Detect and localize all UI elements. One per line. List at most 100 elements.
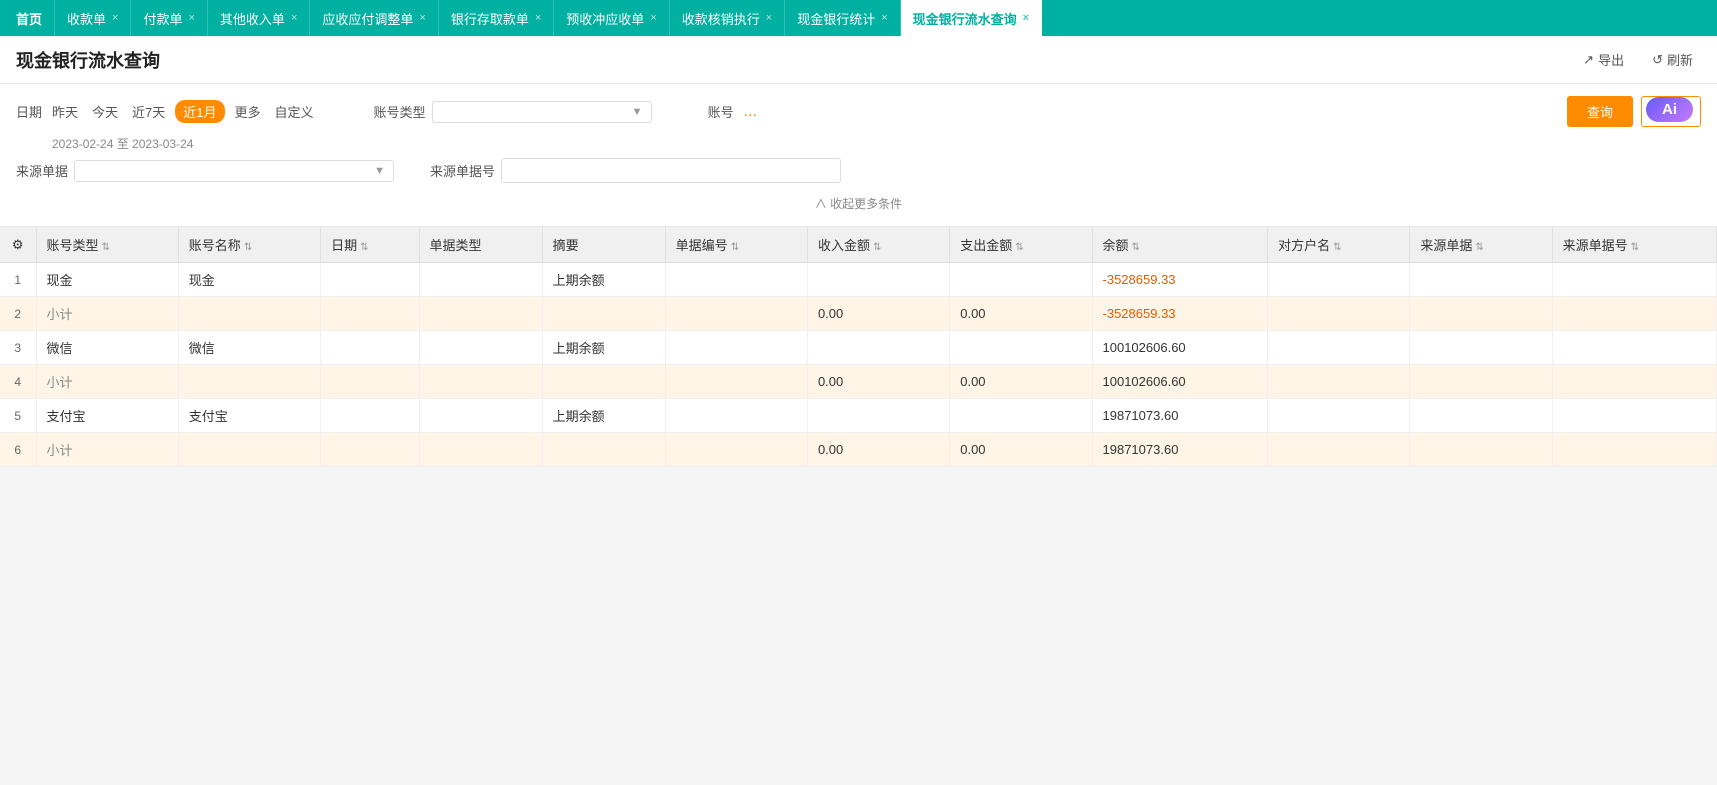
collapse-bar[interactable]: ∧ 收起更多条件	[16, 191, 1701, 218]
close-icon[interactable]: ×	[188, 12, 194, 24]
source-doc-select[interactable]: ▼	[74, 160, 394, 182]
collapse-label: 收起更多条件	[830, 197, 902, 211]
col-doc-no[interactable]: 单据编号⇅	[665, 227, 807, 263]
cell-date	[321, 263, 419, 297]
cell-idx: 2	[0, 297, 36, 331]
nav-tab-receipt[interactable]: 收款单 ×	[55, 0, 131, 36]
close-icon[interactable]: ×	[112, 12, 118, 24]
col-expense[interactable]: 支出金额⇅	[950, 227, 1092, 263]
nav-tab-flow-query[interactable]: 现金银行流水查询 ×	[901, 0, 1042, 36]
cell-acct-type: 现金	[36, 263, 178, 297]
sort-icon: ⇅	[873, 242, 881, 253]
col-src-doc-no[interactable]: 来源单据号⇅	[1552, 227, 1716, 263]
cell-balance: -3528659.33	[1092, 297, 1268, 331]
close-icon[interactable]: ×	[650, 12, 656, 24]
ai-badge[interactable]: Ai	[1646, 97, 1693, 122]
nav-tab-other-income[interactable]: 其他收入单 ×	[208, 0, 310, 36]
shortcut-yesterday[interactable]: 昨天	[48, 100, 82, 123]
col-counterpart[interactable]: 对方户名⇅	[1268, 227, 1410, 263]
account-dots-button[interactable]: ...	[740, 103, 761, 121]
shortcut-1month[interactable]: 近1月	[175, 100, 224, 123]
cell-date	[321, 399, 419, 433]
col-doc-type[interactable]: 单据类型	[419, 227, 542, 263]
cell-expense: 0.00	[950, 297, 1092, 331]
col-acct-type[interactable]: 账号类型⇅	[36, 227, 178, 263]
cell-idx: 5	[0, 399, 36, 433]
cell-income: 0.00	[807, 297, 949, 331]
cell-acct-name: 微信	[178, 331, 320, 365]
nav-tab-adjustment[interactable]: 应收应付调整单 ×	[310, 0, 438, 36]
cell-counterpart	[1268, 399, 1410, 433]
col-date[interactable]: 日期⇅	[321, 227, 419, 263]
close-icon[interactable]: ×	[766, 12, 772, 24]
cell-balance: -3528659.33	[1092, 263, 1268, 297]
sort-icon: ⇅	[244, 242, 252, 253]
cell-doc-type	[419, 263, 542, 297]
col-balance[interactable]: 余额⇅	[1092, 227, 1268, 263]
cell-doc-no	[665, 365, 807, 399]
shortcut-today[interactable]: 今天	[88, 100, 122, 123]
table-row[interactable]: 6 小计 0.00 0.00 19871073.60	[0, 433, 1717, 467]
cell-src-doc-no	[1552, 331, 1716, 365]
cell-doc-no	[665, 263, 807, 297]
col-src-doc[interactable]: 来源单据⇅	[1410, 227, 1552, 263]
nav-tab-receipt-label: 收款单	[67, 9, 106, 28]
refresh-label: 刷新	[1667, 50, 1693, 69]
table-row[interactable]: 1 现金 现金 上期余额 -3528659.33	[0, 263, 1717, 297]
table-row[interactable]: 3 微信 微信 上期余额 100102606.60	[0, 331, 1717, 365]
cell-date	[321, 433, 419, 467]
sort-icon: ⇅	[1333, 242, 1341, 253]
nav-tab-prepayment[interactable]: 预收冲应收单 ×	[554, 0, 669, 36]
account-filter: 账号 ...	[708, 102, 761, 121]
gear-icon[interactable]: ⚙	[12, 237, 24, 252]
cell-src-doc-no	[1552, 263, 1716, 297]
sort-icon: ⇅	[731, 242, 739, 253]
shortcut-more[interactable]: 更多	[231, 100, 265, 123]
col-income[interactable]: 收入金额⇅	[807, 227, 949, 263]
col-settings[interactable]: ⚙	[0, 227, 36, 263]
page-header: 现金银行流水查询 ↗ 导出 ↺ 刷新	[0, 36, 1717, 84]
chevron-down-icon: ▼	[632, 106, 643, 118]
close-icon[interactable]: ×	[535, 12, 541, 24]
refresh-icon: ↺	[1652, 52, 1663, 68]
table-row[interactable]: 4 小计 0.00 0.00 100102606.60	[0, 365, 1717, 399]
nav-tab-statistics[interactable]: 现金银行统计 ×	[785, 0, 900, 36]
nav-tab-payment[interactable]: 付款单 ×	[131, 0, 207, 36]
nav-tab-payment-label: 付款单	[143, 9, 182, 28]
source-doc-no-input[interactable]	[501, 158, 841, 183]
cell-date	[321, 365, 419, 399]
nav-tab-verify-label: 收款核销执行	[682, 9, 760, 28]
query-button[interactable]: 查询	[1567, 96, 1633, 127]
close-icon[interactable]: ×	[1023, 12, 1029, 24]
chevron-up-icon: ∧	[815, 197, 830, 211]
filter-row-1: 日期 昨天 今天 近7天 近1月 更多 自定义 账号类型 ▼ 账号 ...	[16, 96, 1701, 127]
cell-acct-name	[178, 365, 320, 399]
col-summary[interactable]: 摘要	[542, 227, 665, 263]
close-icon[interactable]: ×	[291, 12, 297, 24]
cell-date	[321, 331, 419, 365]
nav-tab-bank-deposit[interactable]: 银行存取款单 ×	[439, 0, 554, 36]
cell-acct-type: 小计	[36, 365, 178, 399]
cell-src-doc	[1410, 365, 1552, 399]
shortcut-custom[interactable]: 自定义	[271, 100, 318, 123]
cell-summary	[542, 365, 665, 399]
cell-counterpart	[1268, 433, 1410, 467]
table-row[interactable]: 5 支付宝 支付宝 上期余额 19871073.60	[0, 399, 1717, 433]
shortcut-7days[interactable]: 近7天	[128, 100, 169, 123]
table-row[interactable]: 2 小计 0.00 0.00 -3528659.33	[0, 297, 1717, 331]
cell-idx: 4	[0, 365, 36, 399]
cell-balance: 100102606.60	[1092, 365, 1268, 399]
table-body: 1 现金 现金 上期余额 -3528659.33 2 小计 0.00 0.00 …	[0, 263, 1717, 467]
date-range-text: 2023-02-24 至 2023-03-24	[52, 137, 193, 151]
col-acct-name[interactable]: 账号名称⇅	[178, 227, 320, 263]
nav-tab-verify[interactable]: 收款核销执行 ×	[670, 0, 785, 36]
source-doc-no-filter: 来源单据号	[430, 158, 841, 183]
export-button[interactable]: ↗ 导出	[1575, 46, 1632, 73]
cell-income	[807, 331, 949, 365]
account-type-select[interactable]: ▼	[432, 101, 652, 123]
data-table: ⚙ 账号类型⇅ 账号名称⇅ 日期⇅ 单据类型 摘要 单据编号⇅	[0, 227, 1717, 467]
nav-tab-home[interactable]: 首页	[4, 0, 55, 36]
close-icon[interactable]: ×	[881, 12, 887, 24]
close-icon[interactable]: ×	[419, 12, 425, 24]
refresh-button[interactable]: ↺ 刷新	[1644, 46, 1701, 73]
